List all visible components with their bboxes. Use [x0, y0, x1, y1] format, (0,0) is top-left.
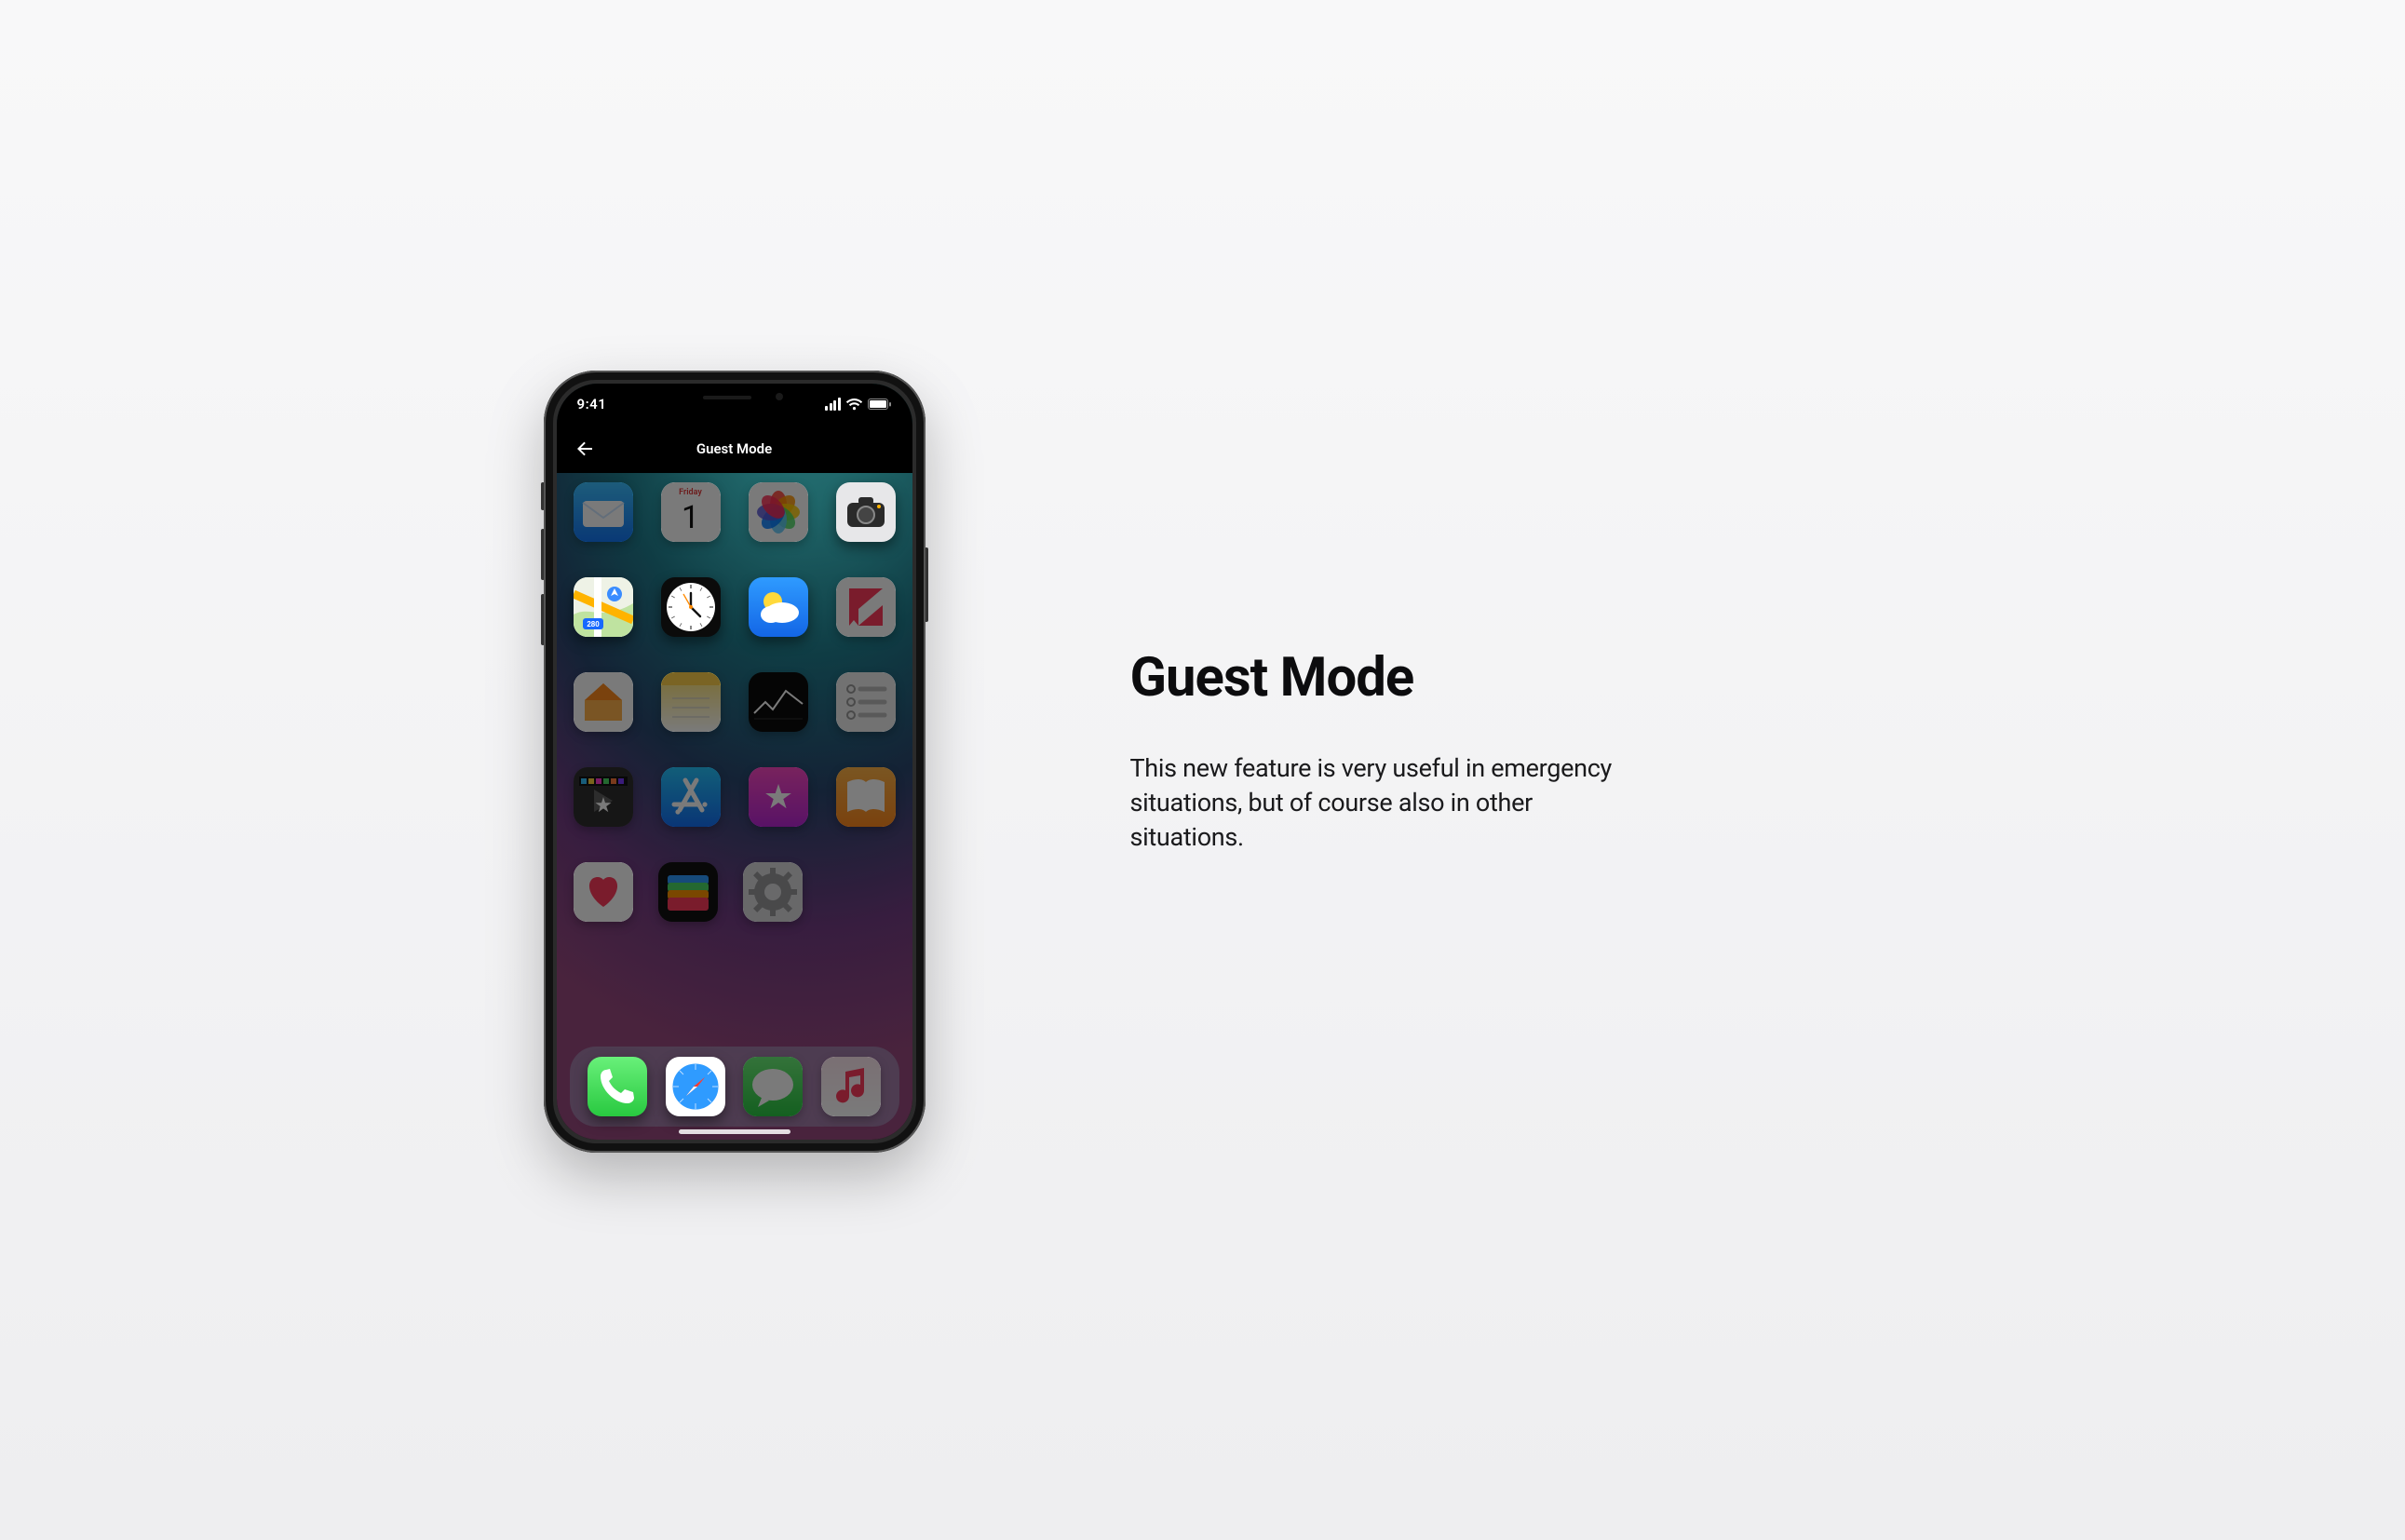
app-mail[interactable] — [574, 482, 633, 542]
app-wallet[interactable] — [658, 862, 718, 922]
feature-description: This new feature is very useful in emerg… — [1130, 751, 1615, 856]
presentation-slide: 9:41 — [479, 361, 1927, 1179]
app-camera[interactable] — [836, 482, 896, 542]
status-indicators — [825, 398, 892, 411]
header-row: Guest Mode — [557, 430, 912, 467]
display-notch — [651, 384, 818, 410]
text-panel: Guest Mode This new feature is very usef… — [1130, 650, 1615, 856]
dock — [570, 1047, 899, 1127]
app-weather[interactable] — [749, 577, 808, 637]
battery-icon — [868, 399, 892, 411]
app-appstore[interactable] — [661, 767, 721, 827]
app-stocks[interactable] — [749, 672, 808, 732]
app-clock[interactable] — [661, 577, 721, 637]
app-calendar[interactable]: Friday 1 — [661, 482, 721, 542]
svg-text:★: ★ — [594, 793, 613, 817]
app-itunes[interactable]: ★ — [749, 767, 808, 827]
app-row-4: ★ ★ — [574, 767, 896, 827]
app-photos[interactable] — [749, 482, 808, 542]
back-arrow-icon[interactable] — [574, 438, 596, 460]
app-phone[interactable] — [588, 1057, 647, 1116]
app-row-3 — [574, 672, 896, 732]
app-news[interactable] — [836, 577, 896, 637]
cellular-icon — [825, 398, 841, 411]
header-title: Guest Mode — [696, 440, 772, 457]
svg-text:★: ★ — [763, 777, 792, 816]
home-indicator[interactable] — [679, 1129, 790, 1134]
wifi-icon — [846, 399, 862, 411]
svg-text:280: 280 — [587, 620, 600, 628]
app-ibooks[interactable] — [836, 767, 896, 827]
app-home[interactable] — [574, 672, 633, 732]
app-notes[interactable] — [661, 672, 721, 732]
app-safari[interactable] — [666, 1057, 725, 1116]
app-reminders[interactable] — [836, 672, 896, 732]
app-row-2: 280 — [574, 577, 896, 637]
phone-screen: 9:41 — [557, 384, 912, 1140]
calendar-weekday: Friday — [661, 488, 721, 497]
app-settings[interactable] — [743, 862, 803, 922]
app-messages[interactable] — [743, 1057, 803, 1116]
app-row-1: Friday 1 — [574, 482, 896, 542]
app-health[interactable] — [574, 862, 633, 922]
feature-heading: Guest Mode — [1130, 650, 1615, 707]
home-screen-apps: Friday 1 — [557, 473, 912, 1039]
app-row-5 — [574, 862, 896, 922]
app-imovie[interactable]: ★ — [574, 767, 633, 827]
app-maps[interactable]: 280 — [574, 577, 633, 637]
iphone-mockup: 9:41 — [544, 371, 926, 1153]
status-time: 9:41 — [577, 396, 607, 412]
app-music[interactable] — [821, 1057, 881, 1116]
phone-frame: 9:41 — [544, 371, 926, 1153]
calendar-day: 1 — [661, 499, 721, 536]
